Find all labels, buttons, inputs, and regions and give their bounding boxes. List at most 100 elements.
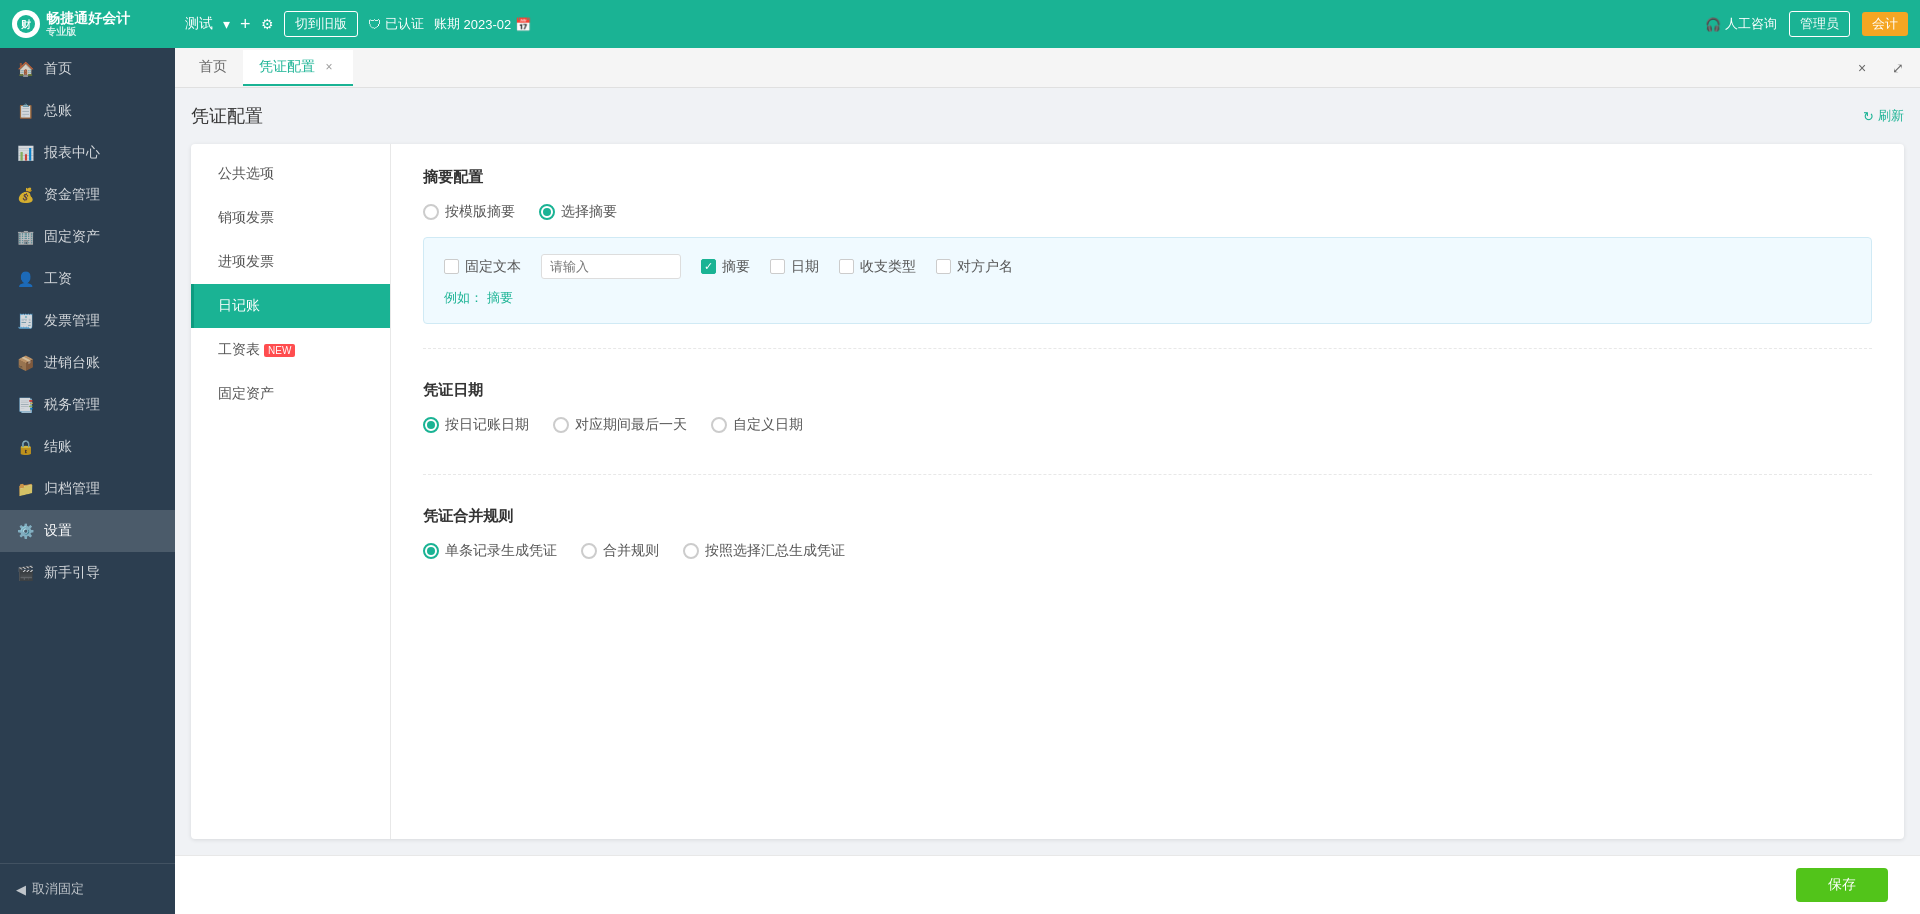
save-button[interactable]: 保存	[1796, 868, 1888, 902]
tabbar: 首页凭证配置× × ⤢	[175, 48, 1920, 88]
summary-options-row: 固定文本 摘要 日期	[444, 254, 1851, 279]
example-text: 例如： 摘要	[444, 289, 1851, 307]
refresh-button[interactable]: ↻ 刷新	[1863, 107, 1904, 125]
sidebar-item-close[interactable]: 🔒结账	[0, 426, 175, 468]
accountant-button[interactable]: 会计	[1862, 12, 1908, 36]
config-nav-sales_invoice[interactable]: 销项发票	[191, 196, 390, 240]
period-last-radio[interactable]	[553, 417, 569, 433]
sidebar-item-invoice_mgmt[interactable]: 🧾发票管理	[0, 300, 175, 342]
merge-radio-group: 单条记录生成凭证 合并规则 按照选择汇总生成凭证	[423, 542, 1872, 560]
config-nav: 公共选项销项发票进项发票日记账工资表 NEW 固定资产	[191, 144, 391, 839]
tab-home[interactable]: 首页	[183, 50, 243, 86]
archive-icon: 📁	[16, 480, 34, 498]
config-nav-journal[interactable]: 日记账	[191, 284, 390, 328]
sidebar-item-ledger[interactable]: 📋总账	[0, 90, 175, 132]
date-checkbox[interactable]	[770, 259, 785, 274]
calendar-icon[interactable]: 📅	[515, 17, 531, 32]
summary-select-radio[interactable]	[539, 204, 555, 220]
custom-date-radio[interactable]	[711, 417, 727, 433]
period-display: 账期 2023-02 📅	[434, 15, 532, 33]
income-type-checkbox-item[interactable]: 收支类型	[839, 258, 916, 276]
merge-rule-option[interactable]: 合并规则	[581, 542, 659, 560]
logo-icon: 财	[12, 10, 40, 38]
content-area: 首页凭证配置× × ⤢ 凭证配置 ↻ 刷新 公共选项销项发票进项发票日记账工资表…	[175, 48, 1920, 914]
sidebar-item-funds[interactable]: 💰资金管理	[0, 174, 175, 216]
unfix-sidebar-button[interactable]: ◀ 取消固定	[8, 872, 167, 906]
date-radio-group: 按日记账日期 对应期间最后一天 自定义日期	[423, 416, 1872, 434]
sidebar-item-tax[interactable]: 📑 税务管理	[0, 384, 175, 426]
sidebar-item-sales_ledger[interactable]: 📦进销台账	[0, 342, 175, 384]
tab-label-home: 首页	[199, 58, 227, 76]
custom-date-option[interactable]: 自定义日期	[711, 416, 803, 434]
close-tab-icon[interactable]: ×	[1848, 54, 1876, 82]
add-company-icon[interactable]: +	[240, 14, 251, 35]
single-record-option[interactable]: 单条记录生成凭证	[423, 542, 557, 560]
sidebar-item-home[interactable]: 🏠首页	[0, 48, 175, 90]
summary-select-option[interactable]: 选择摘要	[539, 203, 617, 221]
summary-checkbox[interactable]	[701, 259, 716, 274]
settings-icon: ⚙️	[16, 522, 34, 540]
app-logo: 财 畅捷通好会计 专业版	[12, 10, 167, 39]
refresh-icon: ↻	[1863, 109, 1874, 124]
config-nav-public[interactable]: 公共选项	[191, 152, 390, 196]
topbar-right: 🎧 人工咨询 管理员 会计	[1705, 11, 1908, 37]
admin-button[interactable]: 管理员	[1789, 11, 1850, 37]
tax-icon: 📑	[16, 396, 34, 414]
svg-text:财: 财	[20, 19, 32, 30]
date-checkbox-item[interactable]: 日期	[770, 258, 819, 276]
counterparty-checkbox[interactable]	[936, 259, 951, 274]
journal-date-radio[interactable]	[423, 417, 439, 433]
config-nav-purchase_invoice[interactable]: 进项发票	[191, 240, 390, 284]
page-title: 凭证配置	[191, 104, 263, 128]
sidebar-item-reports[interactable]: 📊 报表中心	[0, 132, 175, 174]
new-badge-payroll: NEW	[264, 344, 295, 357]
single-record-radio[interactable]	[423, 543, 439, 559]
sidebar-item-archive[interactable]: 📁归档管理	[0, 468, 175, 510]
config-nav-label-purchase_invoice: 进项发票	[218, 253, 274, 269]
merge-section: 凭证合并规则 单条记录生成凭证 合并规则	[423, 507, 1872, 600]
tab-voucher_config[interactable]: 凭证配置×	[243, 50, 353, 86]
summary-template-option[interactable]: 按模版摘要	[423, 203, 515, 221]
select-merge-option[interactable]: 按照选择汇总生成凭证	[683, 542, 845, 560]
summary-template-radio[interactable]	[423, 204, 439, 220]
invoice_mgmt-icon: 🧾	[16, 312, 34, 330]
service-button[interactable]: 🎧 人工咨询	[1705, 15, 1777, 33]
config-nav-fixed_assets[interactable]: 固定资产	[191, 372, 390, 416]
config-nav-payroll[interactable]: 工资表 NEW	[191, 328, 390, 372]
close-icon: 🔒	[16, 438, 34, 456]
expand-icon[interactable]: ⤢	[1884, 54, 1912, 82]
sidebar-item-assets[interactable]: 🏢固定资产	[0, 216, 175, 258]
page-content: 凭证配置 ↻ 刷新 公共选项销项发票进项发票日记账工资表NEW固定资产 摘要配置	[175, 88, 1920, 855]
journal-date-option[interactable]: 按日记账日期	[423, 416, 529, 434]
reports-icon: 📊	[16, 144, 34, 162]
sidebar-label-reports: 报表中心	[44, 144, 100, 162]
tab-close-voucher_config[interactable]: ×	[321, 59, 337, 75]
company-dropdown-icon[interactable]: ▾	[223, 16, 230, 32]
fixed-text-checkbox-item[interactable]: 固定文本	[444, 258, 521, 276]
sidebar-label-funds: 资金管理	[44, 186, 100, 204]
topbar: 财 畅捷通好会计 专业版 测试 ▾ + ⚙ 切到旧版 🛡 已认证 账期 2023…	[0, 0, 1920, 48]
counterparty-checkbox-item[interactable]: 对方户名	[936, 258, 1013, 276]
fixed-text-input[interactable]	[541, 254, 681, 279]
merge-rule-radio[interactable]	[581, 543, 597, 559]
sidebar-item-salary[interactable]: 👤工资	[0, 258, 175, 300]
fixed-text-checkbox[interactable]	[444, 259, 459, 274]
assets-icon: 🏢	[16, 228, 34, 246]
settings-icon[interactable]: ⚙	[261, 16, 274, 32]
main-layout: 🏠首页📋总账📊报表中心💰资金管理🏢固定资产👤工资🧾发票管理📦进销台账📑税务管理🔒…	[0, 48, 1920, 914]
select-merge-radio[interactable]	[683, 543, 699, 559]
summary-checkbox-item[interactable]: 摘要	[701, 258, 750, 276]
period-last-option[interactable]: 对应期间最后一天	[553, 416, 687, 434]
income-type-checkbox[interactable]	[839, 259, 854, 274]
sidebar-label-tax: 税务管理	[44, 396, 100, 414]
sidebar-label-sales_ledger: 进销台账	[44, 354, 100, 372]
pin-icon: ◀	[16, 882, 26, 897]
sidebar-bottom: ◀ 取消固定	[0, 863, 175, 914]
config-nav-label-public: 公共选项	[218, 165, 274, 181]
summary-radio-group: 按模版摘要 选择摘要	[423, 203, 1872, 221]
switch-version-button[interactable]: 切到旧版	[284, 11, 358, 37]
config-nav-label-payroll: 工资表	[218, 341, 260, 357]
sidebar-item-settings[interactable]: ⚙️设置	[0, 510, 175, 552]
sidebar-item-guide[interactable]: 🎬新手引导	[0, 552, 175, 594]
date-section: 凭证日期 按日记账日期 对应期间最后一天	[423, 381, 1872, 475]
